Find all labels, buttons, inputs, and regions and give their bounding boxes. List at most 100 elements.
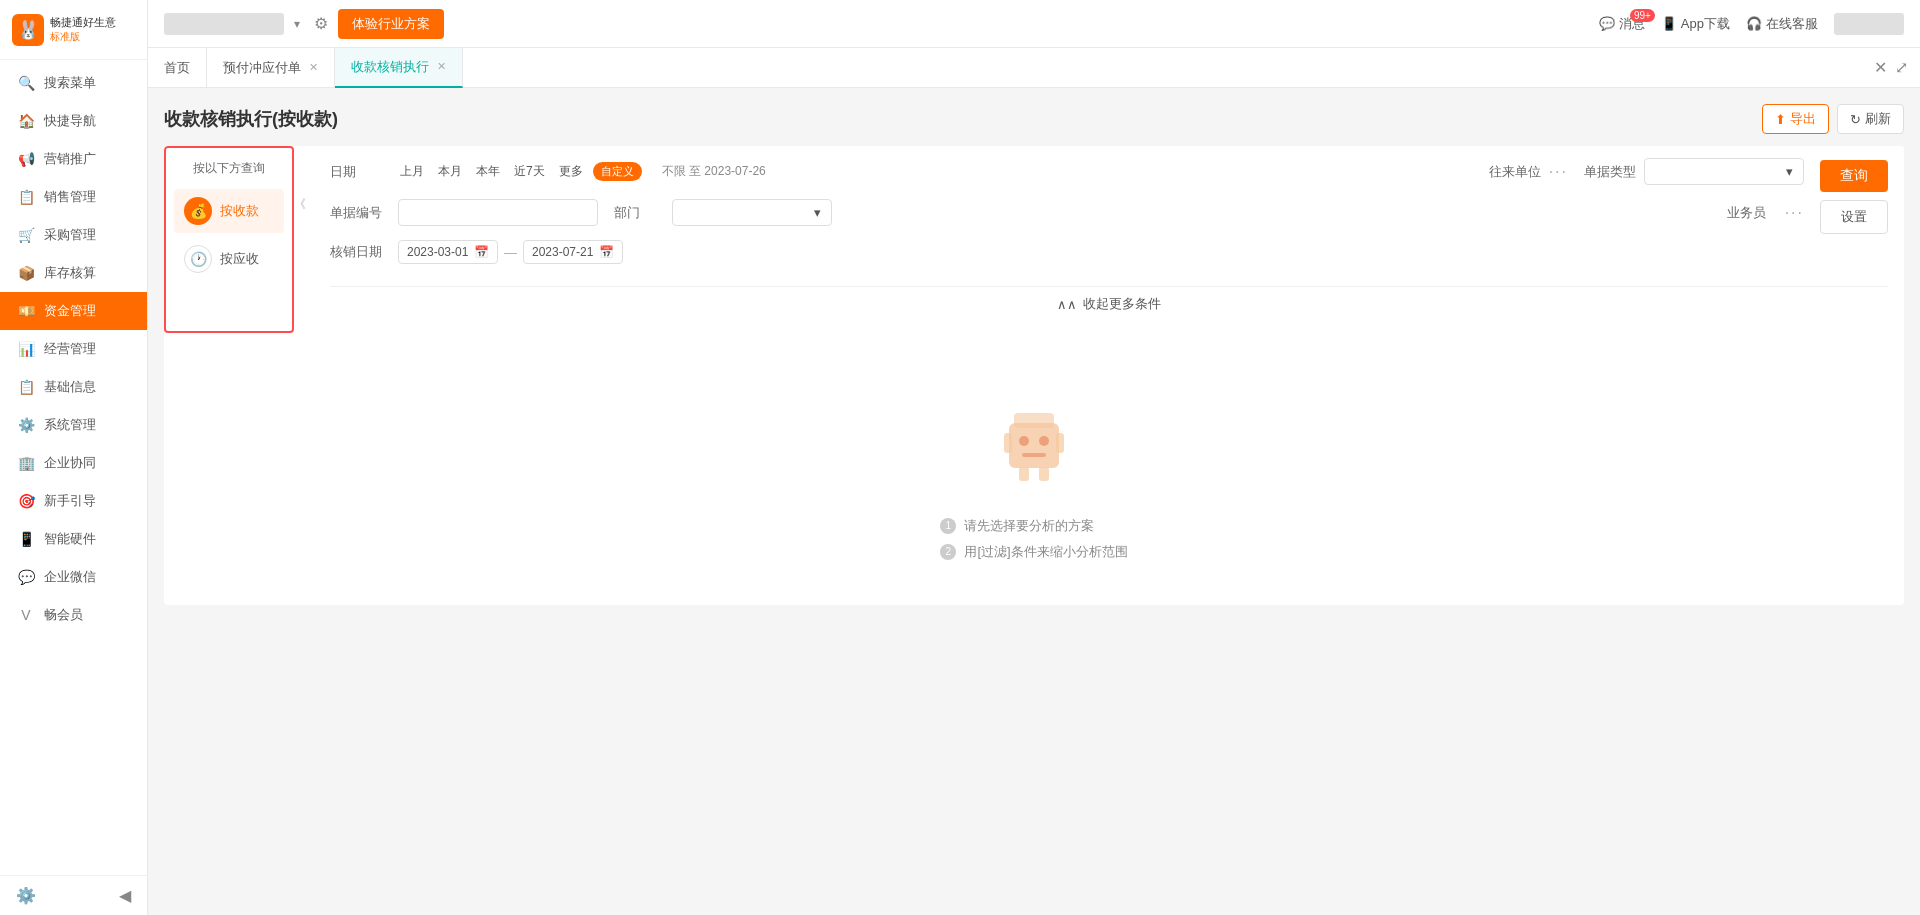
date-custom-tag[interactable]: 自定义 (593, 162, 642, 181)
industry-btn[interactable]: 体验行业方案 (338, 9, 444, 39)
tab-close-all-icon[interactable]: ✕ (1874, 58, 1887, 77)
filter-option-by-receivable[interactable]: 🕐 按应收 (174, 237, 284, 281)
tip-text-1: 请先选择要分析的方案 (964, 513, 1094, 539)
sidebar-item-shortcut[interactable]: 🏠 快捷导航 (0, 102, 147, 140)
svg-rect-8 (1039, 467, 1049, 481)
sidebar-item-search[interactable]: 🔍 搜索菜单 (0, 64, 147, 102)
tip-num-2: 2 (940, 544, 956, 560)
filter-wrapper: 按以下方查询 💰 按收款 🕐 按应收 《 (164, 146, 1904, 333)
nav-label-purchase: 采购管理 (44, 226, 96, 244)
logo-text: 畅捷通好生意 (50, 15, 116, 30)
message-btn[interactable]: 💬 消息 99+ (1599, 15, 1645, 33)
nav-icon-shortcut: 🏠 (16, 113, 36, 129)
svg-rect-6 (1056, 433, 1064, 453)
date-range-separator: — (504, 245, 517, 260)
tip-text-2: 用[过滤]条件来缩小分析范围 (964, 539, 1127, 565)
tabbar-actions: ✕ ⤢ (1874, 58, 1920, 77)
date-last-month[interactable]: 上月 (396, 161, 428, 182)
query-btn[interactable]: 查询 (1820, 160, 1888, 192)
logo-sub: 标准版 (50, 30, 116, 44)
doc-no-label: 单据编号 (330, 204, 382, 222)
svg-rect-4 (1022, 453, 1046, 457)
collapse-sidebar-icon[interactable]: ◀︎ (119, 886, 131, 905)
filter-option-by-collection[interactable]: 💰 按收款 (174, 189, 284, 233)
filter-collapse-btn[interactable]: 《 (294, 146, 314, 333)
counterparty-dots[interactable]: ··· (1549, 163, 1568, 181)
verify-date-start-icon: 📅 (474, 245, 489, 259)
dept-select[interactable]: ▾ (672, 199, 832, 226)
nav-icon-system: ⚙️ (16, 417, 36, 433)
filter-actions: 查询 设置 (1820, 158, 1888, 234)
tab-prepay-close[interactable]: ✕ (309, 61, 318, 74)
refresh-btn[interactable]: ↻ 刷新 (1837, 104, 1904, 134)
sidebar-item-newbie[interactable]: 🎯 新手引导 (0, 482, 147, 520)
date-7days[interactable]: 近7天 (510, 161, 549, 182)
nav-label-operations: 经营管理 (44, 340, 96, 358)
tab-prepay[interactable]: 预付冲应付单 ✕ (207, 48, 335, 88)
settings-btn[interactable]: 设置 (1820, 200, 1888, 234)
content-area: 收款核销执行(按收款) ⬆ 导出 ↻ 刷新 按以下方查询 💰 (148, 88, 1920, 915)
page-actions: ⬆ 导出 ↻ 刷新 (1762, 104, 1904, 134)
online-service-btn[interactable]: 🎧 在线客服 (1746, 15, 1818, 33)
nav-label-newbie: 新手引导 (44, 492, 96, 510)
sidebar-item-operations[interactable]: 📊 经营管理 (0, 330, 147, 368)
nav-icon-wechat: 💬 (16, 569, 36, 585)
nav-label-hardware: 智能硬件 (44, 530, 96, 548)
nav-label-marketing: 营销推广 (44, 150, 96, 168)
sidebar-item-hardware[interactable]: 📱 智能硬件 (0, 520, 147, 558)
nav-icon-vip: V (16, 607, 36, 623)
tip-num-1: 1 (940, 518, 956, 534)
sidebar-item-system[interactable]: ⚙️ 系统管理 (0, 406, 147, 444)
sidebar-item-vip[interactable]: V 畅会员 (0, 596, 147, 634)
sidebar-logo: 🐰 畅捷通好生意 标准版 (0, 0, 147, 60)
verify-date-end[interactable]: 2023-07-21 📅 (523, 240, 623, 264)
sidebar-item-basic[interactable]: 📋 基础信息 (0, 368, 147, 406)
filter-form-main: 日期 上月 本月 本年 近7天 更多 自定义 (330, 158, 1804, 278)
date-this-year[interactable]: 本年 (472, 161, 504, 182)
counterparty-label: 往来单位 (1489, 163, 1541, 181)
app-download-btn[interactable]: 📱 App下载 (1661, 15, 1730, 33)
doc-no-input[interactable] (398, 199, 598, 226)
sidebar-item-inventory[interactable]: 📦 库存核算 (0, 254, 147, 292)
nav-label-wechat: 企业微信 (44, 568, 96, 586)
tab-fullscreen-icon[interactable]: ⤢ (1895, 58, 1908, 77)
date-this-month[interactable]: 本月 (434, 161, 466, 182)
export-btn[interactable]: ⬆ 导出 (1762, 104, 1829, 134)
staff-field: 业务员 ··· (1727, 204, 1804, 222)
date-limit-text: 不限 至 2023-07-26 (662, 163, 766, 180)
sidebar-item-finance[interactable]: 💴 资金管理 (0, 292, 147, 330)
nav-label-sales: 销售管理 (44, 188, 96, 206)
nav-icon-inventory: 📦 (16, 265, 36, 281)
topbar-gear-icon[interactable]: ⚙ (314, 14, 328, 33)
sidebar-item-wechat[interactable]: 💬 企业微信 (0, 558, 147, 596)
service-label: 在线客服 (1766, 15, 1818, 33)
sidebar-item-marketing[interactable]: 📢 营销推广 (0, 140, 147, 178)
settings-icon[interactable]: ⚙️ (16, 886, 36, 905)
counterparty-field: 往来单位 ··· (1489, 163, 1568, 181)
staff-label: 业务员 (1727, 204, 1777, 222)
nav-icon-basic: 📋 (16, 379, 36, 395)
nav-label-enterprise: 企业协同 (44, 454, 96, 472)
topbar-chevron-icon[interactable]: ▾ (294, 17, 300, 31)
doc-type-chevron: ▾ (1786, 164, 1793, 179)
doc-type-select[interactable]: ▾ (1644, 158, 1804, 185)
tab-collection[interactable]: 收款核销执行 ✕ (335, 48, 463, 88)
verify-date-end-value: 2023-07-21 (532, 245, 593, 259)
nav-icon-finance: 💴 (16, 303, 36, 319)
tab-home[interactable]: 首页 (148, 48, 207, 88)
collapse-more-label: 收起更多条件 (1083, 295, 1161, 313)
export-label: 导出 (1790, 110, 1816, 128)
sidebar-item-sales[interactable]: 📋 销售管理 (0, 178, 147, 216)
date-more[interactable]: 更多 (555, 161, 587, 182)
sidebar-item-enterprise[interactable]: 🏢 企业协同 (0, 444, 147, 482)
sidebar-item-purchase[interactable]: 🛒 采购管理 (0, 216, 147, 254)
collapse-more-btn[interactable]: ∧∧ 收起更多条件 (330, 286, 1888, 321)
filter-type-panel: 按以下方查询 💰 按收款 🕐 按应收 (164, 146, 294, 333)
staff-dots[interactable]: ··· (1785, 204, 1804, 222)
verify-date-start[interactable]: 2023-03-01 📅 (398, 240, 498, 264)
logo-icon: 🐰 (12, 14, 44, 46)
empty-tips: 1 请先选择要分析的方案 2 用[过滤]条件来缩小分析范围 (940, 513, 1127, 565)
tab-collection-close[interactable]: ✕ (437, 60, 446, 73)
main-area: ▾ ⚙ 体验行业方案 💬 消息 99+ 📱 App下载 🎧 在线客服 首页 (148, 0, 1920, 915)
filter-collection-label: 按收款 (220, 202, 259, 220)
